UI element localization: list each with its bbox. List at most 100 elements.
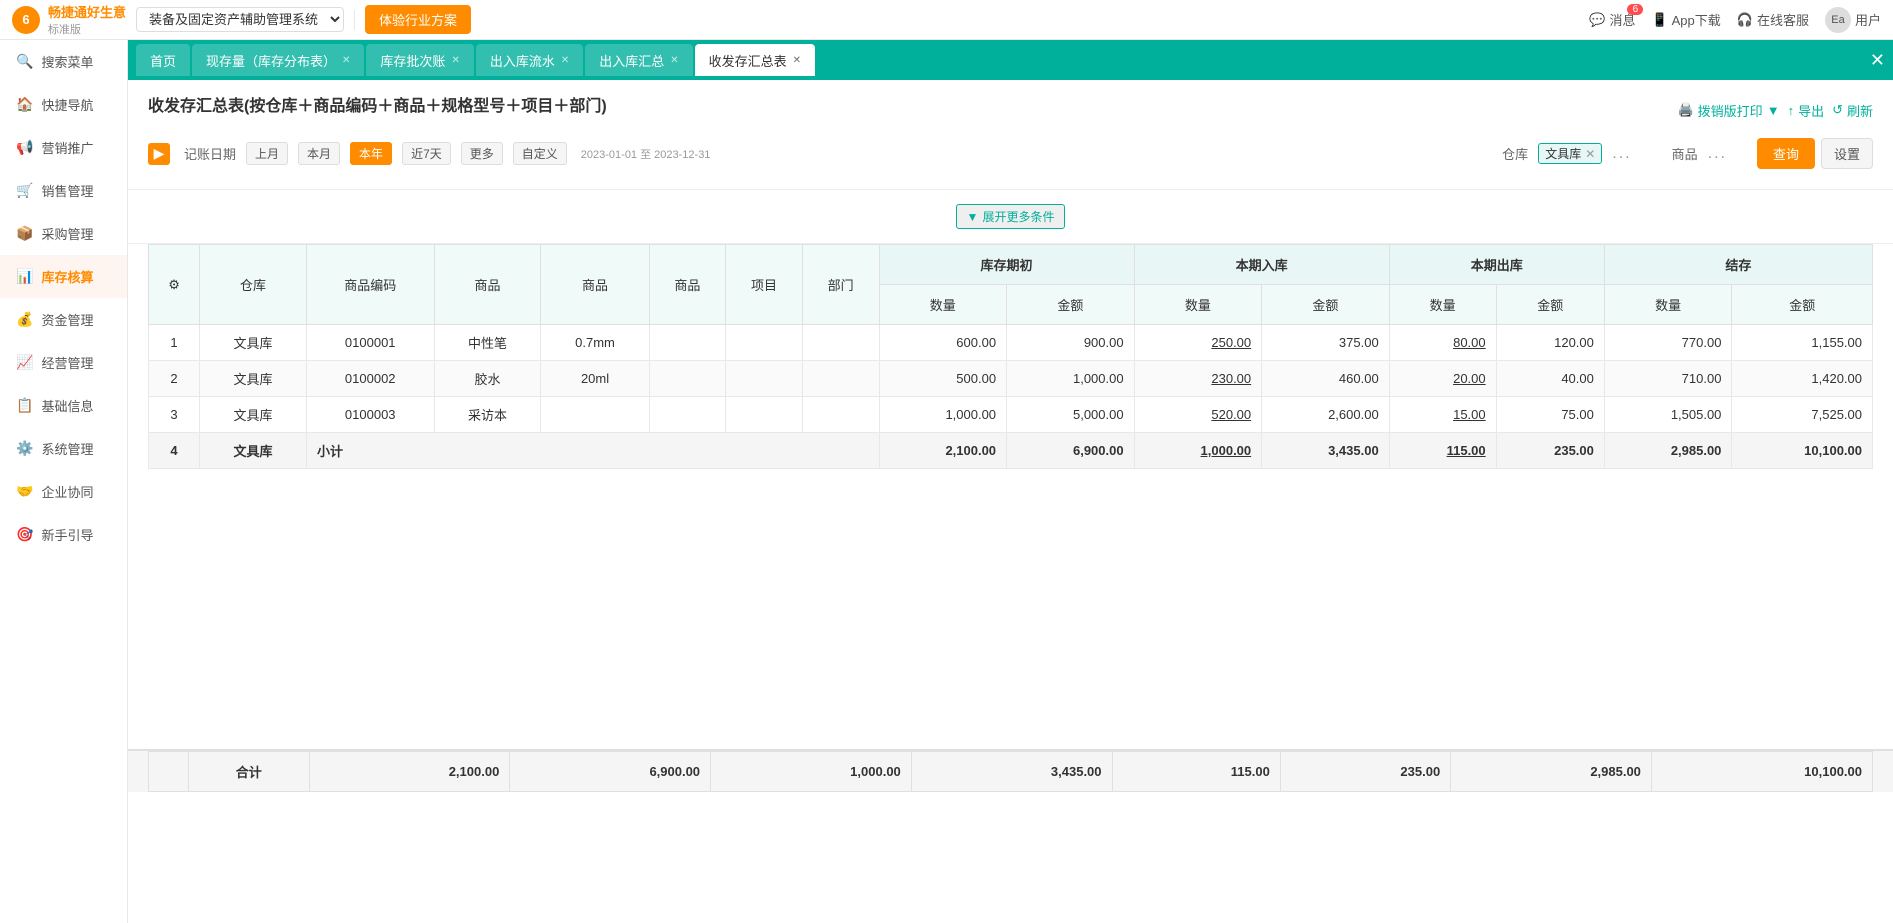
row2-in-qty[interactable]: 230.00	[1134, 361, 1262, 397]
row1-project	[726, 325, 803, 361]
print-icon: 🖨️	[1677, 102, 1693, 118]
refresh-btn[interactable]: ↺ 刷新	[1832, 101, 1873, 120]
row2-out-qty[interactable]: 20.00	[1389, 361, 1496, 397]
col-settings-header[interactable]: ⚙	[149, 245, 200, 325]
row3-out-qty[interactable]: 15.00	[1389, 397, 1496, 433]
message-badge: 6	[1627, 4, 1643, 15]
tab-batch[interactable]: 库存批次账 ✕	[366, 44, 473, 76]
tab-inventory-dist-close[interactable]: ✕	[342, 55, 350, 66]
page-title-row: 收发存汇总表(按仓库＋商品编码＋商品＋规格型号＋项目＋部门) 🖨️ 拨销版打印 …	[148, 92, 1873, 128]
expand-more-btn[interactable]: ▼ 展开更多条件	[956, 204, 1066, 229]
row1-in-qty[interactable]: 250.00	[1134, 325, 1262, 361]
expand-more-row: ▼ 展开更多条件	[128, 190, 1893, 244]
sidebar-item-finance[interactable]: 💰 资金管理	[0, 298, 127, 341]
online-service-area[interactable]: 🎧 在线客服	[1737, 10, 1809, 29]
tab-inout-flow[interactable]: 出入库流水 ✕	[476, 44, 583, 76]
sidebar-item-marketing[interactable]: 📢 营销推广	[0, 126, 127, 169]
subtotal-in-qty: 1,000.00	[1134, 433, 1262, 469]
date-btn-this-year[interactable]: 本年	[350, 142, 392, 165]
sidebar-item-guide[interactable]: 🎯 新手引导	[0, 513, 127, 556]
warehouse-more-dots[interactable]: ...	[1612, 145, 1631, 163]
search-icon: 🔍	[16, 53, 33, 70]
enterprise-icon: 🤝	[16, 483, 33, 500]
warehouse-tag-remove[interactable]: ✕	[1585, 147, 1595, 161]
warehouse-tag[interactable]: 文具库 ✕	[1538, 143, 1602, 164]
date-btn-more[interactable]: 更多	[461, 142, 503, 165]
row2-product: 胶水	[434, 361, 541, 397]
row2-out-amt: 40.00	[1496, 361, 1604, 397]
sidebar-item-quicknav[interactable]: 🏠 快捷导航	[0, 83, 127, 126]
row3-in-qty[interactable]: 520.00	[1134, 397, 1262, 433]
sidebar-item-inventory[interactable]: 📊 库存核算	[0, 255, 127, 298]
app-download-area[interactable]: 📱 App下载	[1651, 10, 1720, 29]
sidebar-item-operations[interactable]: 📈 经营管理	[0, 341, 127, 384]
col-project-header: 项目	[726, 245, 803, 325]
date-btn-last-month[interactable]: 上月	[246, 142, 288, 165]
sidebar-item-search[interactable]: 🔍 搜索菜单	[0, 40, 127, 83]
row1-out-amt: 120.00	[1496, 325, 1604, 361]
purchase-icon: 📦	[16, 225, 33, 242]
message-icon-area[interactable]: 💬 消息 6	[1589, 10, 1635, 29]
col-bal-amt-header: 金额	[1732, 285, 1873, 325]
row3-out-amt: 75.00	[1496, 397, 1604, 433]
sidebar-item-basic[interactable]: 📋 基础信息	[0, 384, 127, 427]
product-more-dots[interactable]: ...	[1708, 145, 1727, 163]
tab-inout-summary-close[interactable]: ✕	[670, 55, 678, 66]
export-btn[interactable]: ↑ 导出	[1788, 101, 1825, 120]
settings-btn[interactable]: 设置	[1821, 138, 1873, 169]
col-out-group: 本期出库	[1389, 245, 1604, 285]
sidebar-label-marketing: 营销推广	[41, 138, 93, 157]
sidebar-label-operations: 经营管理	[41, 353, 93, 372]
finance-icon: 💰	[16, 311, 33, 328]
query-btn[interactable]: 查询	[1757, 138, 1815, 169]
date-btn-this-month[interactable]: 本月	[298, 142, 340, 165]
operations-icon: 📈	[16, 354, 33, 371]
tab-inout-summary[interactable]: 出入库汇总 ✕	[585, 44, 692, 76]
tab-home-label: 首页	[150, 51, 176, 70]
tab-inventory-dist[interactable]: 现存量（库存分布表） ✕	[192, 44, 364, 76]
expand-icon: ▼	[967, 210, 979, 224]
row2-code: 0100002	[306, 361, 434, 397]
tab-home[interactable]: 首页	[136, 44, 190, 76]
row2-unit	[649, 361, 726, 397]
row2-spec: 20ml	[541, 361, 649, 397]
tab-inventory-dist-label: 现存量（库存分布表）	[206, 51, 336, 70]
tab-stock-summary-close[interactable]: ✕	[793, 55, 801, 66]
app-download-label: App下载	[1672, 10, 1721, 29]
col-bal-qty-header: 数量	[1604, 285, 1732, 325]
warehouse-label: 仓库	[1502, 144, 1528, 163]
filter-row: ▶ 记账日期 上月 本月 本年 近7天 更多 自定义 2023-01-01 至 …	[148, 138, 1873, 169]
basic-icon: 📋	[16, 397, 33, 414]
phone-icon: 📱	[1651, 12, 1667, 28]
row2-dept	[802, 361, 879, 397]
row1-spec: 0.7mm	[541, 325, 649, 361]
row1-out-qty[interactable]: 80.00	[1389, 325, 1496, 361]
row3-bal-qty: 1,505.00	[1604, 397, 1732, 433]
tab-close-all[interactable]: ✕	[1870, 50, 1885, 71]
experience-btn[interactable]: 体验行业方案	[365, 5, 471, 34]
subtotal-op-qty: 2,100.00	[879, 433, 1007, 469]
tab-stock-summary[interactable]: 收发存汇总表 ✕	[695, 44, 815, 76]
user-area[interactable]: Ea 用户	[1825, 7, 1881, 33]
tab-inout-flow-close[interactable]: ✕	[561, 55, 569, 66]
col-in-amt-header: 金额	[1262, 285, 1390, 325]
sidebar-item-enterprise[interactable]: 🤝 企业协同	[0, 470, 127, 513]
data-table-wrapper: ⚙ 仓库 商品编码 商品	[128, 244, 1893, 469]
date-btn-7days[interactable]: 近7天	[402, 142, 451, 165]
date-btn-custom[interactable]: 自定义	[513, 142, 567, 165]
sidebar-item-purchase[interactable]: 📦 采购管理	[0, 212, 127, 255]
col-warehouse-header: 仓库	[200, 245, 307, 325]
filter-toggle-btn[interactable]: ▶	[148, 143, 170, 165]
row3-idx: 3	[149, 397, 200, 433]
sidebar-item-system[interactable]: ⚙️ 系统管理	[0, 427, 127, 470]
row1-in-amt: 375.00	[1262, 325, 1390, 361]
tab-inout-summary-label: 出入库汇总	[599, 51, 664, 70]
tab-batch-close[interactable]: ✕	[451, 55, 459, 66]
footer-total: 合计 2,100.00 6,900.00 1,000.00 3,435.00 1…	[128, 749, 1893, 792]
subtotal-out-amt: 235.00	[1496, 433, 1604, 469]
print-btn[interactable]: 🖨️ 拨销版打印 ▼	[1677, 101, 1779, 120]
tab-bar: 首页 现存量（库存分布表） ✕ 库存批次账 ✕ 出入库流水 ✕ 出入库汇总 ✕	[128, 40, 1893, 80]
system-selector[interactable]: 装备及固定资产辅助管理系统	[136, 7, 344, 32]
sidebar-item-sales[interactable]: 🛒 销售管理	[0, 169, 127, 212]
system-icon: ⚙️	[16, 440, 33, 457]
